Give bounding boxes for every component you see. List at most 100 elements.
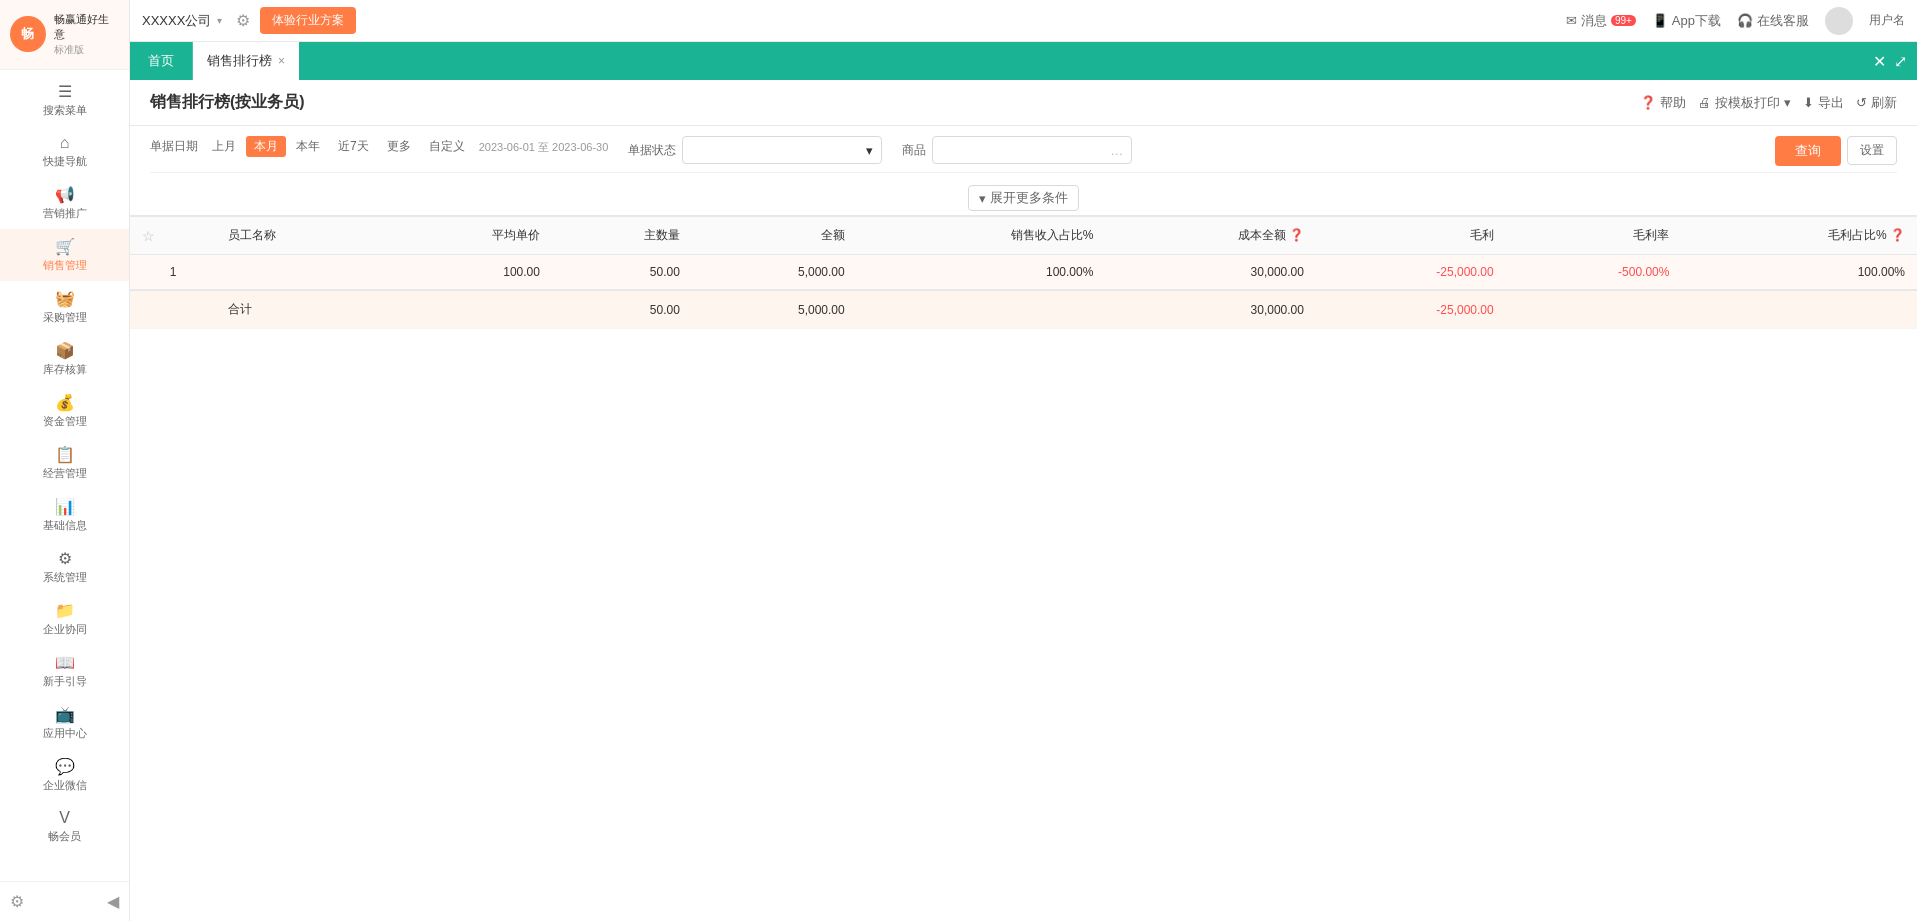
search-nav-icon: ☰ (58, 82, 72, 101)
print-icon: 🖨 (1698, 95, 1711, 110)
cost-help-icon[interactable]: ❓ (1289, 228, 1304, 242)
industry-btn[interactable]: 体验行业方案 (260, 7, 356, 34)
footer-empty1 (130, 290, 216, 329)
sidebar-item-marketing[interactable]: 📢 营销推广 (0, 177, 129, 229)
app-download-action[interactable]: 📱 App下载 (1652, 12, 1721, 30)
cell-rank: 1 (130, 255, 216, 291)
filter-setting-btn[interactable]: 设置 (1847, 136, 1897, 165)
template-print-btn[interactable]: 🖨 按模板打印 ▾ (1698, 94, 1791, 112)
date-filter-group: 单据日期 上月 本月 本年 近7天 更多 自定义 2023-06-01 至 20… (150, 136, 608, 157)
message-label: 消息 (1581, 12, 1607, 30)
tabbar: 首页 销售排行榜 × ✕ ⤢ (130, 42, 1917, 80)
sidebar-item-guide[interactable]: 📖 新手引导 (0, 645, 129, 697)
sidebar-item-finance[interactable]: 💰 资金管理 (0, 385, 129, 437)
tab-restore-icon[interactable]: ⤢ (1894, 52, 1907, 71)
footer-gross-pct (1681, 290, 1917, 329)
finance-nav-label: 资金管理 (43, 414, 87, 429)
collapse-icon[interactable]: ◀ (107, 892, 119, 911)
cell-name (216, 255, 384, 291)
export-icon: ⬇ (1803, 95, 1814, 110)
export-label: 导出 (1818, 94, 1844, 112)
page-header: 销售排行榜(按业务员) ❓ 帮助 🖨 按模板打印 ▾ ⬇ 导出 (130, 80, 1917, 126)
apps-nav-label: 应用中心 (43, 726, 87, 741)
col-sales-pct: 销售收入占比% (857, 217, 1106, 255)
avatar[interactable] (1825, 7, 1853, 35)
date-tab-this-month[interactable]: 本月 (246, 136, 286, 157)
main-area: XXXXX公司 ▾ ⚙ 体验行业方案 ✉ 消息 99+ 📱 App下载 🎧 在线… (130, 0, 1917, 921)
sidebar-item-member[interactable]: V 畅会员 (0, 801, 129, 852)
sidebar-nav: ☰ 搜索菜单 ⌂ 快捷导航 📢 营销推广 🛒 销售管理 🧺 采购管理 📦 库存核… (0, 70, 129, 881)
member-nav-icon: V (59, 809, 70, 827)
sidebar-item-apps[interactable]: 📺 应用中心 (0, 697, 129, 749)
footer-avg-price (384, 290, 552, 329)
query-btn[interactable]: 查询 (1775, 136, 1841, 166)
col-gross-rate: 毛利率 (1506, 217, 1682, 255)
help-btn[interactable]: ❓ 帮助 (1640, 94, 1686, 112)
guide-nav-icon: 📖 (55, 653, 75, 672)
export-btn[interactable]: ⬇ 导出 (1803, 94, 1844, 112)
logo-char: 畅 (21, 25, 34, 43)
goods-filter-group: 商品 … (902, 136, 1132, 164)
sidebar-item-search[interactable]: ☰ 搜索菜单 (0, 74, 129, 126)
sidebar-item-system[interactable]: ⚙ 系统管理 (0, 541, 129, 593)
help-icon: ❓ (1640, 95, 1656, 110)
help-label: 帮助 (1660, 94, 1686, 112)
logo-text-block: 畅赢通好生意 标准版 (54, 12, 119, 57)
footer-label: 合计 (216, 290, 384, 329)
filter-section: 单据日期 上月 本月 本年 近7天 更多 自定义 2023-06-01 至 20… (130, 126, 1917, 216)
sidebar-item-base[interactable]: 📊 基础信息 (0, 489, 129, 541)
settings-bottom-icon[interactable]: ⚙ (10, 892, 24, 911)
cell-gross-pct: 100.00% (1681, 255, 1917, 291)
status-chevron-icon: ▾ (866, 143, 873, 158)
footer-amount: 5,000.00 (692, 290, 857, 329)
online-service-action[interactable]: 🎧 在线客服 (1737, 12, 1809, 30)
footer-qty: 50.00 (552, 290, 692, 329)
refresh-btn[interactable]: ↺ 刷新 (1856, 94, 1897, 112)
logo-icon: 畅 (10, 16, 46, 52)
sidebar-item-collab[interactable]: 📁 企业协同 (0, 593, 129, 645)
col-gross-pct: 毛利占比% ❓ (1681, 217, 1917, 255)
tab-close-all-icon[interactable]: ✕ (1873, 52, 1886, 71)
wechat-nav-label: 企业微信 (43, 778, 87, 793)
sidebar-item-sales[interactable]: 🛒 销售管理 (0, 229, 129, 281)
date-range: 2023-06-01 至 2023-06-30 (479, 140, 609, 155)
company-selector[interactable]: XXXXX公司 ▾ (142, 12, 222, 30)
date-tab-custom[interactable]: 自定义 (421, 136, 473, 157)
gross-pct-help-icon[interactable]: ❓ (1890, 228, 1905, 242)
tab-home[interactable]: 首页 (130, 42, 193, 80)
filter-expand-row: ▾ 展开更多条件 (150, 172, 1897, 215)
user-name: 用户名 (1869, 12, 1905, 29)
sidebar-item-nav[interactable]: ⌂ 快捷导航 (0, 126, 129, 177)
topbar: XXXXX公司 ▾ ⚙ 体验行业方案 ✉ 消息 99+ 📱 App下载 🎧 在线… (130, 0, 1917, 42)
tab-close-icon[interactable]: × (278, 54, 285, 68)
filter-actions: 查询 设置 (1775, 136, 1897, 166)
logo-sub: 标准版 (54, 43, 119, 57)
tab-sales-ranking[interactable]: 销售排行榜 × (193, 42, 299, 80)
sidebar-item-management[interactable]: 📋 经营管理 (0, 437, 129, 489)
date-tab-7days[interactable]: 近7天 (330, 136, 377, 157)
logo-text: 畅赢通好生意 (54, 12, 119, 43)
refresh-label: 刷新 (1871, 94, 1897, 112)
app-download-label: App下载 (1672, 12, 1721, 30)
sidebar-item-purchase[interactable]: 🧺 采购管理 (0, 281, 129, 333)
system-nav-label: 系统管理 (43, 570, 87, 585)
sidebar: 畅 畅赢通好生意 标准版 ☰ 搜索菜单 ⌂ 快捷导航 📢 营销推广 🛒 销售管理… (0, 0, 130, 921)
goods-input[interactable]: … (932, 136, 1132, 164)
message-action[interactable]: ✉ 消息 99+ (1566, 12, 1636, 30)
nav-nav-label: 快捷导航 (43, 154, 87, 169)
goods-filter-label: 商品 (902, 142, 926, 159)
base-nav-icon: 📊 (55, 497, 75, 516)
status-select[interactable]: ▾ (682, 136, 882, 164)
table-footer-row: 合计 50.00 5,000.00 30,000.00 -25,000.00 (130, 290, 1917, 329)
page-title: 销售排行榜(按业务员) (150, 92, 305, 113)
company-name: XXXXX公司 (142, 12, 211, 30)
sidebar-item-wechat[interactable]: 💬 企业微信 (0, 749, 129, 801)
date-tab-this-year[interactable]: 本年 (288, 136, 328, 157)
date-tab-prev-month[interactable]: 上月 (204, 136, 244, 157)
date-tab-more[interactable]: 更多 (379, 136, 419, 157)
expand-btn[interactable]: ▾ 展开更多条件 (968, 185, 1079, 211)
filter-main-row: 单据日期 上月 本月 本年 近7天 更多 自定义 2023-06-01 至 20… (150, 126, 1897, 172)
sidebar-item-inventory[interactable]: 📦 库存核算 (0, 333, 129, 385)
page-content: 销售排行榜(按业务员) ❓ 帮助 🖨 按模板打印 ▾ ⬇ 导出 (130, 80, 1917, 921)
topbar-settings-icon[interactable]: ⚙ (236, 11, 250, 30)
